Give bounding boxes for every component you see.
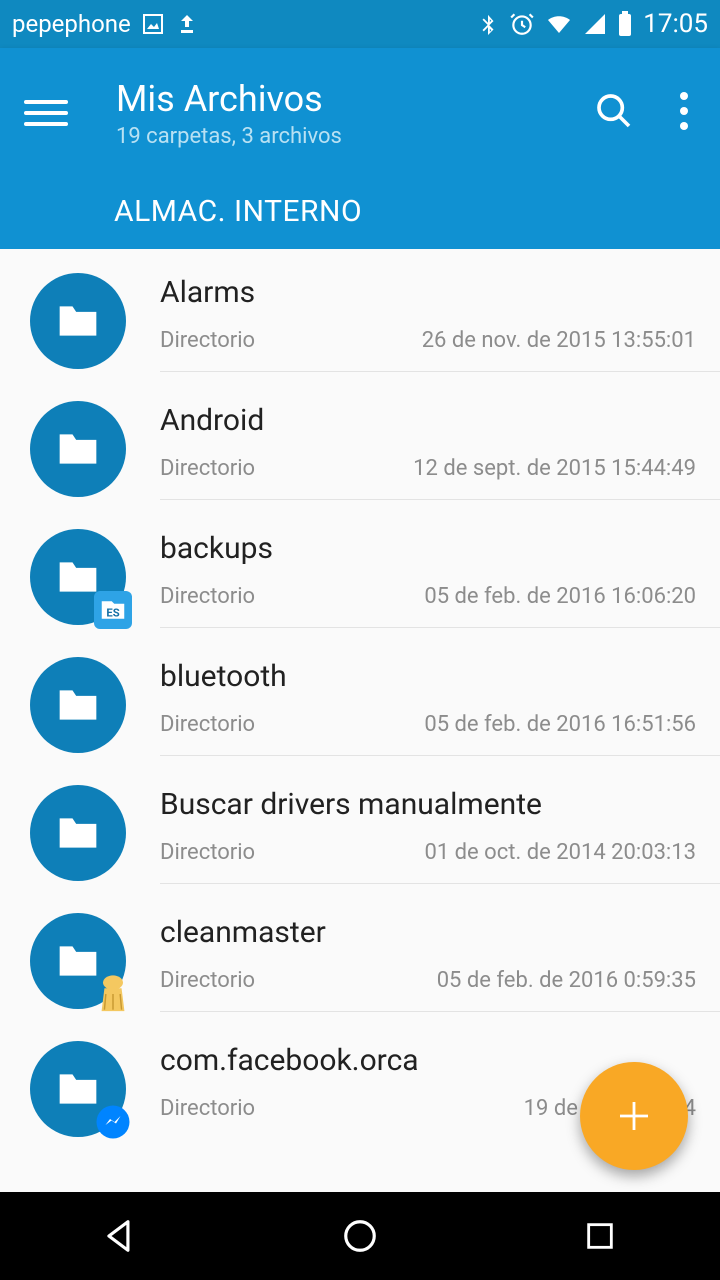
nav-back-button[interactable] bbox=[90, 1206, 150, 1266]
signal-icon bbox=[583, 12, 607, 36]
item-type: Directorio bbox=[160, 1096, 255, 1121]
fab-add-button[interactable] bbox=[580, 1062, 688, 1170]
item-date: 12 de sept. de 2015 15:44:49 bbox=[413, 456, 696, 481]
statusbar: pepephone 17:05 bbox=[0, 0, 720, 48]
item-date: 05 de feb. de 2016 0:59:35 bbox=[437, 968, 696, 993]
item-name: cleanmaster bbox=[160, 915, 696, 950]
folder-icon bbox=[30, 657, 126, 753]
folder-icon bbox=[30, 785, 126, 881]
item-name: backups bbox=[160, 531, 696, 566]
folder-icon bbox=[30, 1041, 126, 1137]
item-name: Buscar drivers manualmente bbox=[160, 787, 696, 822]
folder-icon bbox=[30, 913, 126, 1009]
page-subtitle: 19 carpetas, 3 archivos bbox=[116, 124, 594, 149]
page-title: Mis Archivos bbox=[116, 78, 594, 120]
tab-internal-storage[interactable]: ALMAC. INTERNO bbox=[0, 194, 720, 229]
item-name: Android bbox=[160, 403, 696, 438]
nav-home-button[interactable] bbox=[330, 1206, 390, 1266]
carrier-label: pepephone bbox=[12, 10, 131, 38]
wifi-icon bbox=[545, 12, 573, 36]
folder-icon bbox=[30, 401, 126, 497]
android-navbar bbox=[0, 1192, 720, 1280]
clock-label: 17:05 bbox=[643, 9, 708, 39]
upload-icon bbox=[175, 12, 199, 36]
list-item[interactable]: Android Directorio 12 de sept. de 2015 1… bbox=[0, 377, 720, 505]
item-date: 26 de nov. de 2015 13:55:01 bbox=[422, 328, 696, 353]
list-item[interactable]: Buscar drivers manualmente Directorio 01… bbox=[0, 761, 720, 889]
appbar: Mis Archivos 19 carpetas, 3 archivos ALM… bbox=[0, 48, 720, 249]
folder-icon bbox=[30, 273, 126, 369]
item-name: Alarms bbox=[160, 275, 696, 310]
es-explorer-badge-icon: ES bbox=[94, 591, 132, 629]
item-type: Directorio bbox=[160, 456, 255, 481]
list-item[interactable]: cleanmaster Directorio 05 de feb. de 201… bbox=[0, 889, 720, 1017]
list-item[interactable]: bluetooth Directorio 05 de feb. de 2016 … bbox=[0, 633, 720, 761]
image-icon bbox=[141, 12, 165, 36]
item-date: 05 de feb. de 2016 16:51:56 bbox=[424, 712, 696, 737]
item-name: bluetooth bbox=[160, 659, 696, 694]
menu-button[interactable] bbox=[24, 91, 68, 135]
search-button[interactable] bbox=[594, 91, 634, 135]
folder-icon: ES bbox=[30, 529, 126, 625]
file-list: Alarms Directorio 26 de nov. de 2015 13:… bbox=[0, 249, 720, 1183]
svg-text:ES: ES bbox=[106, 606, 119, 619]
item-date: 05 de feb. de 2016 16:06:20 bbox=[424, 584, 696, 609]
item-type: Directorio bbox=[160, 840, 255, 865]
list-item[interactable]: ES backups Directorio 05 de feb. de 2016… bbox=[0, 505, 720, 633]
item-type: Directorio bbox=[160, 328, 255, 353]
messenger-badge-icon bbox=[94, 1103, 132, 1141]
item-type: Directorio bbox=[160, 712, 255, 737]
item-type: Directorio bbox=[160, 584, 255, 609]
battery-icon bbox=[617, 11, 633, 37]
cleanmaster-badge-icon bbox=[94, 975, 132, 1013]
overflow-button[interactable] bbox=[678, 91, 690, 135]
list-item[interactable]: Alarms Directorio 26 de nov. de 2015 13:… bbox=[0, 249, 720, 377]
bluetooth-icon bbox=[477, 12, 499, 36]
nav-recent-button[interactable] bbox=[570, 1206, 630, 1266]
item-date: 01 de oct. de 2014 20:03:13 bbox=[424, 840, 696, 865]
alarm-icon bbox=[509, 11, 535, 37]
item-type: Directorio bbox=[160, 968, 255, 993]
